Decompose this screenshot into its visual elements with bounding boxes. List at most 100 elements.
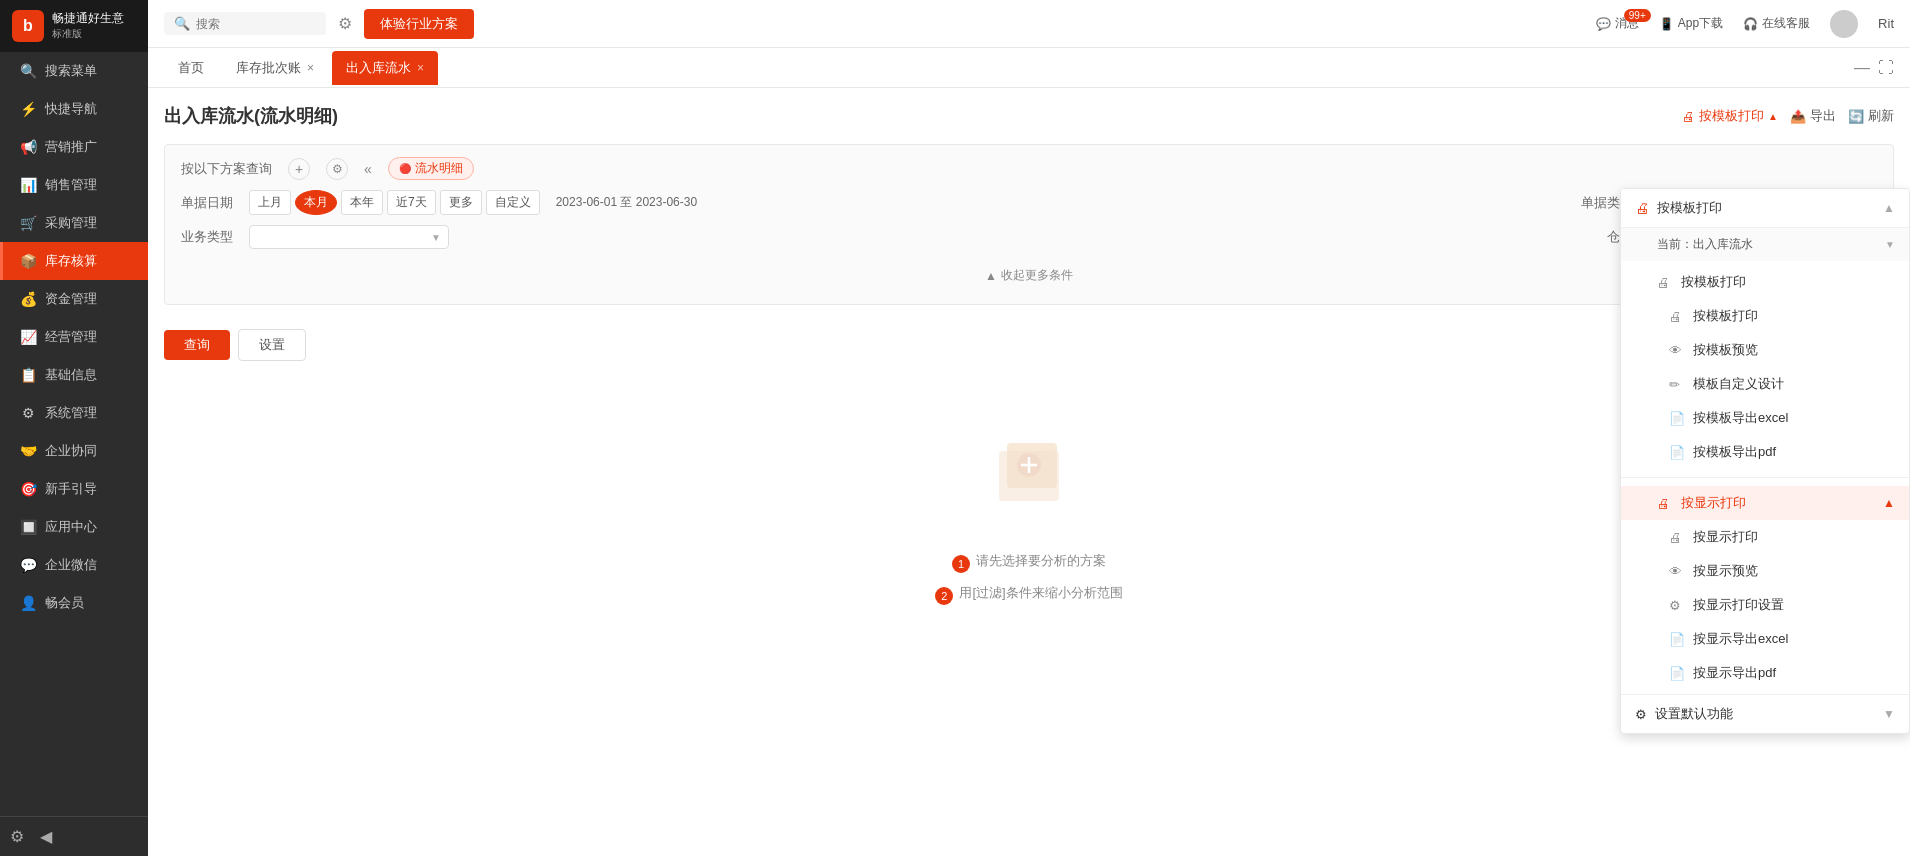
footer-arrow-icon: ▼ xyxy=(1883,707,1895,721)
date-btn-更多[interactable]: 更多 xyxy=(440,190,482,215)
dropdown-section-display-print[interactable]: 🖨按显示打印▲ xyxy=(1621,486,1909,520)
sidebar-item-guide[interactable]: 🎯新手引导 xyxy=(0,470,148,508)
tab-label-home: 首页 xyxy=(178,59,204,77)
dropdown-item-template-pdf[interactable]: 📄按模板导出pdf xyxy=(1621,435,1909,469)
date-btn-本年[interactable]: 本年 xyxy=(341,190,383,215)
date-btn-近7天[interactable]: 近7天 xyxy=(387,190,436,215)
tab-flow[interactable]: 出入库流水× xyxy=(332,51,438,85)
sidebar-item-member[interactable]: 👤畅会员 xyxy=(0,584,148,622)
inventory-icon: 📦 xyxy=(19,253,37,269)
dropdown-footer[interactable]: ⚙ 设置默认功能 ▼ xyxy=(1621,694,1909,733)
sidebar-item-marketing[interactable]: 📢营销推广 xyxy=(0,128,148,166)
tab-close-flow[interactable]: × xyxy=(417,61,424,75)
dropdown-item-template-print-item[interactable]: 🖨按模板打印 xyxy=(1621,299,1909,333)
filter-add-button[interactable]: + xyxy=(288,158,310,180)
refresh-action[interactable]: 🔄 刷新 xyxy=(1848,107,1894,125)
section-active-arrow: ▲ xyxy=(1883,496,1895,510)
item-label-display-print-item: 按显示打印 xyxy=(1693,528,1758,546)
export-action[interactable]: 📤 导出 xyxy=(1790,107,1836,125)
tab-close-batch[interactable]: × xyxy=(307,61,314,75)
display-print-item-icon: 🖨 xyxy=(1669,530,1685,545)
message-item[interactable]: 💬 消息 99+ xyxy=(1596,15,1639,32)
settings-button[interactable]: 设置 xyxy=(238,329,306,361)
dropdown-header[interactable]: 🖨 按模板打印 ▲ xyxy=(1621,189,1909,228)
user-avatar[interactable] xyxy=(1830,10,1858,38)
query-button[interactable]: 查询 xyxy=(164,330,230,360)
dropdown-item-display-preview[interactable]: 👁按显示预览 xyxy=(1621,554,1909,588)
logo-subtitle: 标准版 xyxy=(52,27,124,41)
finance-icon: 💰 xyxy=(19,291,37,307)
filter-detail-tag[interactable]: 🔴 流水明细 xyxy=(388,157,474,180)
collapse-icon[interactable]: ◀ xyxy=(40,827,52,846)
page-title: 出入库流水(流水明细) xyxy=(164,104,338,128)
sidebar-item-purchase[interactable]: 🛒采购管理 xyxy=(0,204,148,242)
dropdown-item-display-pdf[interactable]: 📄按显示导出pdf xyxy=(1621,656,1909,690)
date-label: 单据日期 xyxy=(181,194,233,212)
sidebar-item-finance[interactable]: 💰 资金管理 xyxy=(0,280,148,318)
logo-area: b 畅捷通好生意 标准版 xyxy=(0,0,148,52)
sidebar-item-basic[interactable]: 📋基础信息 xyxy=(0,356,148,394)
date-btn-本月[interactable]: 本月 xyxy=(295,190,337,215)
tab-home[interactable]: 首页 xyxy=(164,51,218,85)
display-settings-icon: ⚙ xyxy=(1669,598,1685,613)
sidebar-item-system[interactable]: ⚙系统管理 xyxy=(0,394,148,432)
dropdown-item-display-print-item[interactable]: 🖨 按显示打印 xyxy=(1621,520,1909,554)
item-label-template-preview: 按模板预览 xyxy=(1693,341,1758,359)
sidebar-label-search: 搜索菜单 xyxy=(45,62,97,80)
sidebar-item-search[interactable]: 🔍搜索菜单 xyxy=(0,52,148,90)
sales-icon: 📊 xyxy=(19,177,37,193)
settings-icon[interactable]: ⚙ xyxy=(10,827,24,846)
search-input[interactable] xyxy=(196,17,316,31)
sidebar-item-operation[interactable]: 📈经营管理 xyxy=(0,318,148,356)
template-excel-icon: 📄 xyxy=(1669,411,1685,426)
sidebar-item-collab[interactable]: 🤝企业协同 xyxy=(0,432,148,470)
date-btn-上月[interactable]: 上月 xyxy=(249,190,291,215)
dropdown-item-template-excel[interactable]: 📄按模板导出excel xyxy=(1621,401,1909,435)
sidebar-item-apps[interactable]: 🔲应用中心 xyxy=(0,508,148,546)
logo-title: 畅捷通好生意 xyxy=(52,11,124,27)
dropdown-section-template-print[interactable]: 🖨按模板打印 xyxy=(1621,265,1909,299)
empty-hint-1-text: 请先选择要分析的方案 xyxy=(976,552,1106,570)
gear-icon[interactable]: ⚙ xyxy=(338,14,352,33)
sidebar-label-marketing: 营销推广 xyxy=(45,138,97,156)
sidebar-item-inventory[interactable]: 📦库存核算 xyxy=(0,242,148,280)
item-label-display-excel: 按显示导出excel xyxy=(1693,630,1788,648)
filter-collapse-left[interactable]: « xyxy=(364,161,372,177)
message-icon: 💬 xyxy=(1596,17,1611,31)
sidebar-nav: 🔍搜索菜单⚡快捷导航📢营销推广 📊 销售管理 🛒采购管理📦库存核算 💰 资金管理 📈经营管理… xyxy=(0,52,148,816)
dropdown-item-display-excel[interactable]: 📄按显示导出excel xyxy=(1621,622,1909,656)
sidebar-label-sales: 销售管理 xyxy=(45,176,97,194)
dropdown-item-template-preview[interactable]: 👁按模板预览 xyxy=(1621,333,1909,367)
sidebar-label-purchase: 采购管理 xyxy=(45,214,97,232)
dropdown-current-arrow-icon: ▼ xyxy=(1885,239,1895,250)
filter-config-button[interactable]: ⚙ xyxy=(326,158,348,180)
sidebar-label-operation: 经营管理 xyxy=(45,328,97,346)
minimize-icon[interactable]: — xyxy=(1854,59,1870,77)
expand-icon[interactable]: ⛶ xyxy=(1878,59,1894,77)
date-btn-group: 上月本月本年近7天更多自定义 xyxy=(249,190,540,215)
printer-header-icon: 🖨 xyxy=(1635,200,1649,216)
dropdown-current[interactable]: 当前：出入库流水 ▼ xyxy=(1621,228,1909,261)
dropdown-footer-label: ⚙ 设置默认功能 xyxy=(1635,705,1733,723)
sidebar-item-sales[interactable]: 📊 销售管理 xyxy=(0,166,148,204)
tab-batch[interactable]: 库存批次账× xyxy=(222,51,328,85)
sidebar-item-wechat[interactable]: 💬企业微信 xyxy=(0,546,148,584)
biz-select[interactable] xyxy=(249,225,449,249)
online-service-label: 在线客服 xyxy=(1762,15,1810,32)
sidebar-label-finance: 资金管理 xyxy=(45,290,97,308)
print-action[interactable]: 🖨 按模板打印 ▲ xyxy=(1682,107,1778,125)
online-service-item[interactable]: 🎧 在线客服 xyxy=(1743,15,1810,32)
date-btn-自定义[interactable]: 自定义 xyxy=(486,190,540,215)
item-label-display-pdf: 按显示导出pdf xyxy=(1693,664,1776,682)
item-label-template-pdf: 按模板导出pdf xyxy=(1693,443,1776,461)
sidebar-label-system: 系统管理 xyxy=(45,404,97,422)
dropdown-item-display-settings[interactable]: ⚙按显示打印设置 xyxy=(1621,588,1909,622)
search-bar[interactable]: 🔍 xyxy=(164,12,326,35)
dropdown-item-template-custom[interactable]: ✏模板自定义设计 xyxy=(1621,367,1909,401)
trial-button[interactable]: 体验行业方案 xyxy=(364,9,474,39)
app-download-item[interactable]: 📱 App下载 xyxy=(1659,15,1723,32)
filter-section-label: 按以下方案查询 xyxy=(181,160,272,178)
sidebar-item-quicknav[interactable]: ⚡快捷导航 xyxy=(0,90,148,128)
template-print-item-icon: 🖨 xyxy=(1669,309,1685,324)
footer-label: 设置默认功能 xyxy=(1655,705,1733,723)
